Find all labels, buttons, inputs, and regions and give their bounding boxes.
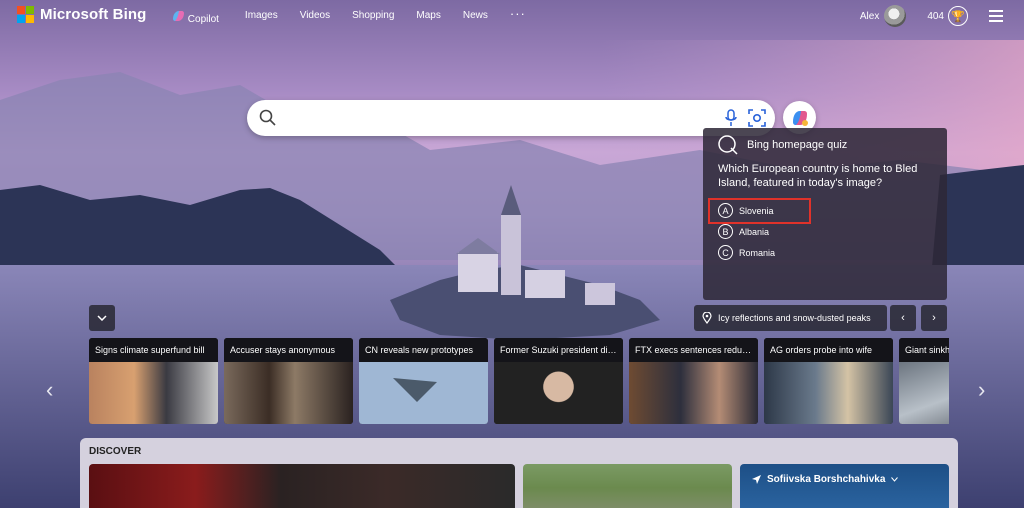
quiz-option-c[interactable]: C Romania [718, 245, 775, 260]
nav-shopping[interactable]: Shopping [352, 10, 394, 25]
chevron-right-icon: › [978, 377, 986, 402]
discover-card[interactable] [523, 464, 732, 508]
search-input[interactable] [285, 108, 705, 128]
news-card[interactable]: Accuser stays anonymous [224, 338, 353, 424]
news-prev-arrow[interactable]: ‹ [46, 377, 53, 403]
header-right: Alex 404 🏆 [860, 4, 1024, 28]
news-next-arrow[interactable]: › [978, 377, 985, 403]
quiz-option-b[interactable]: B Albania [718, 224, 769, 239]
visual-search-icon[interactable] [747, 108, 767, 128]
nav-copilot[interactable]: Copilot [172, 10, 219, 25]
option-label: Romania [739, 247, 776, 258]
option-letter: B [718, 224, 733, 239]
news-card[interactable]: Signs climate superfund bill [89, 338, 218, 424]
weather-location[interactable]: Sofiivska Borshchahivka [752, 474, 899, 485]
nav-videos[interactable]: Videos [300, 10, 330, 25]
news-card-title: CN reveals new prototypes [359, 338, 488, 362]
navigation-arrow-icon [752, 475, 761, 484]
answer-highlight-box [708, 198, 811, 224]
chevron-right-icon: › [932, 312, 936, 324]
prev-image-button[interactable]: ‹ [890, 305, 916, 331]
news-card[interactable]: Former Suzuki president dies [494, 338, 623, 424]
news-card[interactable]: CN reveals new prototypes [359, 338, 488, 424]
user-name[interactable]: Alex [860, 11, 879, 22]
location-pin-icon [702, 312, 712, 324]
image-caption-text: Icy reflections and snow-dusted peaks [718, 313, 871, 323]
news-card-image [224, 362, 353, 424]
quiz-question: Which European country is home to Bled I… [718, 163, 918, 189]
news-card[interactable]: FTX execs sentences reduc... [629, 338, 758, 424]
news-card[interactable]: AG orders probe into wife [764, 338, 893, 424]
news-card-title: Giant sinkh [899, 338, 949, 362]
nav-copilot-label: Copilot [187, 14, 219, 25]
weather-location-name: Sofiivska Borshchahivka [767, 474, 886, 485]
news-card[interactable]: Giant sinkh [899, 338, 949, 424]
avatar[interactable] [884, 5, 907, 27]
microsoft-logo-icon [17, 6, 34, 23]
rewards-points[interactable]: 404 [927, 11, 944, 22]
top-header: Microsoft Bing Copilot Images Videos Sho… [0, 0, 1024, 34]
news-card-image [629, 362, 758, 424]
nav-images[interactable]: Images [245, 10, 278, 25]
chevron-left-icon: ‹ [901, 312, 905, 324]
image-caption[interactable]: Icy reflections and snow-dusted peaks [694, 305, 887, 331]
weather-card[interactable]: Sofiivska Borshchahivka [740, 464, 949, 508]
news-card-title: AG orders probe into wife [764, 338, 893, 362]
nav-maps[interactable]: Maps [416, 10, 440, 25]
collapse-feed-button[interactable] [89, 305, 115, 331]
trophy-icon[interactable]: 🏆 [948, 6, 968, 26]
bing-logo[interactable]: Microsoft Bing [17, 6, 146, 23]
news-card-title: Accuser stays anonymous [224, 338, 353, 362]
news-card-image [899, 362, 949, 424]
news-card-image [764, 362, 893, 424]
news-card-title: FTX execs sentences reduc... [629, 338, 758, 362]
top-nav: Copilot Images Videos Shopping Maps News… [172, 6, 526, 25]
discover-section: DISCOVER Sofiivska Borshchahivka [80, 438, 958, 508]
quiz-icon [718, 135, 738, 155]
news-card-image [494, 362, 623, 424]
news-carousel: Signs climate superfund bill Accuser sta… [89, 338, 949, 424]
news-card-image [359, 362, 488, 424]
news-card-image [89, 362, 218, 424]
option-label: Albania [739, 226, 770, 237]
nav-more-button[interactable]: ··· [510, 6, 526, 25]
option-letter: C [718, 245, 733, 260]
chevron-down-icon [891, 477, 899, 482]
search-icon[interactable] [259, 109, 276, 126]
nav-news[interactable]: News [463, 10, 488, 25]
chevron-down-icon [97, 315, 107, 321]
menu-icon[interactable] [989, 7, 1003, 25]
microphone-icon[interactable] [725, 109, 737, 127]
quiz-header: Bing homepage quiz [717, 134, 847, 156]
discover-card-featured[interactable] [89, 464, 515, 508]
next-image-button[interactable]: › [921, 305, 947, 331]
search-box [247, 100, 775, 136]
discover-title: DISCOVER [89, 446, 142, 457]
news-card-title: Former Suzuki president dies [494, 338, 623, 362]
chevron-left-icon: ‹ [46, 377, 54, 402]
news-card-title: Signs climate superfund bill [89, 338, 218, 362]
brand-name: Microsoft Bing [40, 6, 147, 23]
quiz-title[interactable]: Bing homepage quiz [747, 139, 847, 151]
copilot-icon [173, 11, 184, 21]
copilot-icon [792, 110, 808, 126]
